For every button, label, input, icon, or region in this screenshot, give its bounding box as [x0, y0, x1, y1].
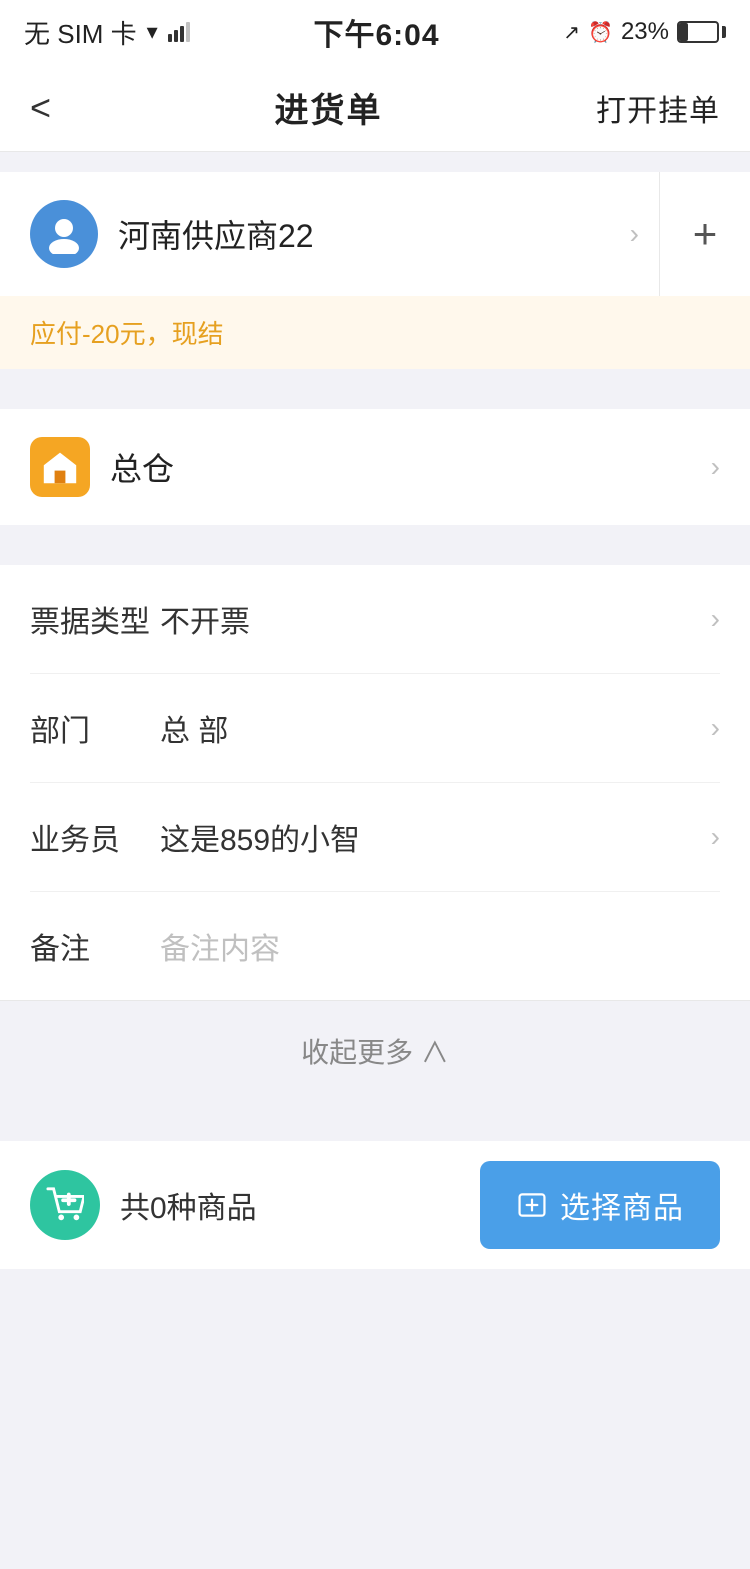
home-icon [42, 449, 78, 485]
warehouse-icon-wrap [30, 437, 90, 497]
location-icon: ↗ [563, 20, 580, 45]
supplier-name: 河南供应商22 [118, 211, 620, 257]
gap-1 [0, 152, 750, 172]
department-chevron-icon: › [711, 712, 720, 744]
gap-4 [0, 1101, 750, 1121]
remark-row[interactable]: 备注 备注内容 [0, 892, 750, 1000]
select-product-label: 选择商品 [560, 1183, 684, 1227]
add-product-icon [516, 1189, 548, 1221]
bottom-bar: 共0种商品 选择商品 [0, 1141, 750, 1269]
battery-icon [677, 21, 726, 43]
salesperson-row[interactable]: 业务员 这是859的小智 › [0, 783, 750, 891]
invoice-chevron-icon: › [711, 603, 720, 635]
status-right: ↗ ⏰ 23% [563, 18, 726, 46]
invoice-value: 不开票 [160, 597, 701, 641]
status-bar: 无 SIM 卡 ▾ 下午6:04 ↗ ⏰ 23% [0, 0, 750, 64]
back-button[interactable]: < [20, 77, 61, 139]
select-product-button[interactable]: 选择商品 [480, 1161, 720, 1249]
cart-icon-wrap [30, 1170, 100, 1240]
department-label: 部门 [30, 706, 160, 750]
nav-bar: < 进货单 打开挂单 [0, 64, 750, 152]
supplier-section: 河南供应商22 › + [0, 172, 750, 296]
collapse-button[interactable]: 收起更多 ∧ [0, 1000, 750, 1101]
person-icon [44, 214, 84, 254]
remark-label: 备注 [30, 924, 160, 968]
form-section: 票据类型 不开票 › 部门 总 部 › 业务员 这是859的小智 › 备注 备注… [0, 565, 750, 1101]
salesperson-chevron-icon: › [711, 821, 720, 853]
department-row[interactable]: 部门 总 部 › [0, 674, 750, 782]
supplier-selector[interactable]: 河南供应商22 › [0, 172, 660, 296]
warehouse-section[interactable]: 总仓 › [0, 409, 750, 525]
signal-icon [168, 22, 190, 42]
alarm-icon: ⏰ [588, 20, 613, 45]
wifi-icon: ▾ [147, 19, 158, 45]
invoice-type-row[interactable]: 票据类型 不开票 › [0, 565, 750, 673]
salesperson-label: 业务员 [30, 815, 160, 859]
shopping-cart-icon [46, 1186, 84, 1224]
add-supplier-button[interactable]: + [660, 172, 750, 296]
notice-bar: 应付-20元，现结 [0, 296, 750, 369]
remark-input[interactable]: 备注内容 [160, 924, 720, 968]
battery-label: 23% [621, 18, 669, 46]
department-value: 总 部 [160, 706, 701, 750]
notice-text: 应付-20元，现结 [30, 319, 224, 349]
warehouse-name: 总仓 [110, 444, 701, 490]
page-title: 进货单 [275, 83, 383, 132]
gap-3 [0, 525, 750, 545]
gap-2 [0, 369, 750, 389]
status-time: 下午6:04 [313, 10, 439, 54]
product-count: 共0种商品 [120, 1183, 460, 1227]
chevron-right-icon: › [630, 218, 639, 250]
supplier-avatar [30, 200, 98, 268]
bottom-fill [0, 1269, 750, 1569]
warehouse-chevron-icon: › [711, 451, 720, 483]
status-left: 无 SIM 卡 ▾ [24, 14, 190, 51]
invoice-label: 票据类型 [30, 597, 160, 641]
carrier-label: 无 SIM 卡 [24, 14, 137, 51]
salesperson-value: 这是859的小智 [160, 815, 701, 859]
open-pending-button[interactable]: 打开挂单 [596, 86, 720, 130]
